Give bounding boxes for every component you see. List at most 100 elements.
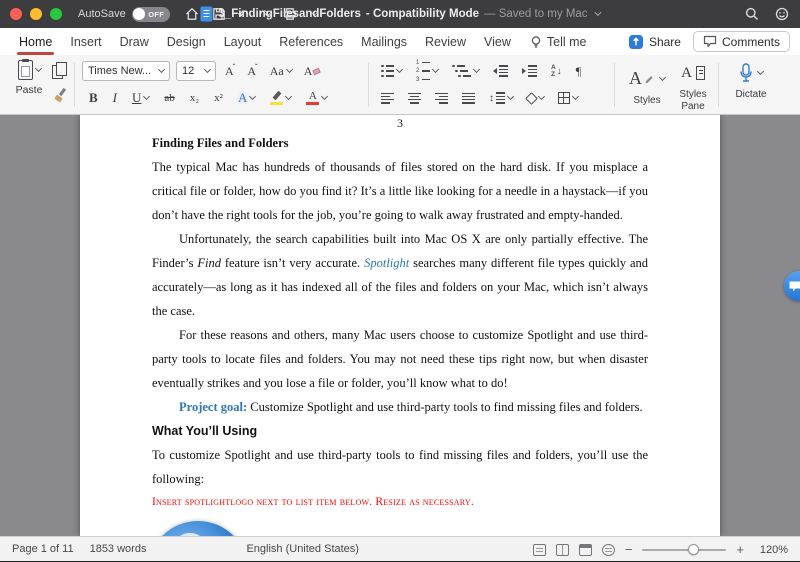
font-size-value: 12 xyxy=(182,65,194,77)
font-size-select[interactable]: 12 xyxy=(176,61,216,81)
numbered-list-button[interactable]: 123 xyxy=(413,61,441,81)
doc-paragraph-3[interactable]: For these reasons and others, many Mac u… xyxy=(152,323,648,395)
print-layout-view-icon[interactable] xyxy=(556,544,569,556)
zoom-level-text[interactable]: 120% xyxy=(754,544,788,556)
page-count-status[interactable]: Page 1 of 11 xyxy=(12,543,74,555)
bold-button[interactable]: B xyxy=(86,88,101,108)
titlebar: AutoSave OFF ↶ ↷ 3_FindingFilesandFolder… xyxy=(0,0,800,28)
styles-pane-button[interactable]: A Styles Pane xyxy=(670,60,716,112)
bullet-list-button[interactable] xyxy=(378,61,405,81)
decrease-indent-button[interactable] xyxy=(490,61,511,81)
doc-mode-text: - Compatibility Mode xyxy=(366,8,479,20)
dictate-button[interactable]: Dictate xyxy=(728,60,774,101)
zoom-slider-knob[interactable] xyxy=(688,544,699,555)
read-mode-view-icon[interactable] xyxy=(602,544,615,556)
fullscreen-button[interactable] xyxy=(50,8,62,20)
doc-heading-what-youll-using[interactable]: What You’ll Using xyxy=(152,419,648,443)
saved-status-text: — Saved to my Mac xyxy=(484,8,588,20)
tab-review[interactable]: Review xyxy=(416,28,475,55)
tab-label: Mailings xyxy=(361,35,407,49)
close-button[interactable] xyxy=(10,8,22,20)
font-color-glyph: A xyxy=(309,91,317,101)
line-spacing-button[interactable]: ↕ xyxy=(486,88,516,108)
feedback-smiley-icon[interactable] xyxy=(774,6,790,22)
highlight-color-bar xyxy=(270,102,283,105)
format-painter-icon[interactable] xyxy=(53,88,67,103)
eraser-icon xyxy=(313,67,321,74)
autosave-toggle[interactable]: OFF xyxy=(132,7,170,22)
sort-button[interactable]: AZ↓ xyxy=(548,61,565,81)
home-icon[interactable] xyxy=(184,6,200,22)
tab-layout[interactable]: Layout xyxy=(215,28,271,55)
doc-paragraph-1[interactable]: The typical Mac has hundreds of thousand… xyxy=(152,155,648,227)
divider xyxy=(368,63,369,107)
tab-label: Design xyxy=(167,35,206,49)
divider xyxy=(74,63,75,107)
search-icon[interactable] xyxy=(744,6,760,22)
sort-z-glyph: Z xyxy=(551,71,556,78)
document-title[interactable]: 3_FindingFilesandFolders - Compatibility… xyxy=(199,0,600,28)
styles-button[interactable]: A Styles xyxy=(624,66,670,107)
minimize-button[interactable] xyxy=(30,8,42,20)
doc-text: Customize Spotlight and use third-party … xyxy=(247,400,642,414)
focus-view-icon[interactable] xyxy=(533,544,546,556)
paste-button[interactable]: Paste xyxy=(10,60,48,96)
text-effects-glyph: A xyxy=(238,90,247,106)
text-effects-button[interactable]: A xyxy=(235,88,258,108)
word-count-status[interactable]: 1853 words xyxy=(90,543,147,555)
document-page[interactable]: 3 Finding Files and Folders The typical … xyxy=(80,115,720,536)
doc-editor-note-red[interactable]: Insert spotlightlogo next to list item b… xyxy=(152,491,648,513)
word-doc-icon xyxy=(199,6,213,22)
align-center-button[interactable] xyxy=(405,88,424,108)
web-layout-view-icon[interactable] xyxy=(579,544,592,556)
spotlight-logo-image[interactable] xyxy=(148,521,248,536)
multilevel-list-button[interactable] xyxy=(449,61,482,81)
page-number-text: 3 xyxy=(152,116,648,131)
tab-design[interactable]: Design xyxy=(158,28,215,55)
doc-heading-finding-files[interactable]: Finding Files and Folders xyxy=(152,131,648,155)
highlight-button[interactable] xyxy=(267,88,294,108)
show-paragraph-marks-button[interactable]: ¶ xyxy=(573,61,584,81)
underline-button[interactable]: U xyxy=(129,88,152,108)
shrink-font-button[interactable]: Aˇ xyxy=(244,61,260,81)
paste-label: Paste xyxy=(16,84,43,96)
language-status[interactable]: English (United States) xyxy=(246,543,359,555)
font-color-button[interactable]: A xyxy=(303,88,330,108)
shading-button[interactable] xyxy=(524,88,547,108)
zoom-slider[interactable] xyxy=(642,549,726,551)
share-button[interactable]: Share xyxy=(628,34,681,50)
tab-home[interactable]: Home xyxy=(10,28,61,55)
change-case-button[interactable]: Aa xyxy=(267,61,295,81)
clear-formatting-button[interactable]: A xyxy=(301,61,324,81)
highlighter-pen-icon xyxy=(272,91,281,100)
tab-mailings[interactable]: Mailings xyxy=(352,28,416,55)
doc-paragraph-2[interactable]: Unfortunately, the search capabilities b… xyxy=(152,227,648,323)
zoom-in-button[interactable]: + xyxy=(736,543,744,556)
increase-indent-button[interactable] xyxy=(519,61,540,81)
tab-references[interactable]: References xyxy=(270,28,352,55)
tab-tell-me[interactable]: Tell me xyxy=(520,28,596,55)
doc-paragraph-project-goal[interactable]: Project goal: Customize Spotlight and us… xyxy=(152,395,648,419)
doc-paragraph-5[interactable]: To customize Spotlight and use third-par… xyxy=(152,443,648,491)
grow-font-button[interactable]: Aˆ xyxy=(222,61,238,81)
document-body: Finding Files and Folders The typical Ma… xyxy=(152,131,648,513)
align-left-button[interactable] xyxy=(378,88,397,108)
tab-view[interactable]: View xyxy=(475,28,520,55)
zoom-out-button[interactable]: − xyxy=(625,543,633,556)
strikethrough-button[interactable]: ab xyxy=(161,88,177,108)
italic-button[interactable]: I xyxy=(110,88,120,108)
copy-icon[interactable] xyxy=(52,62,67,78)
tab-draw[interactable]: Draw xyxy=(111,28,158,55)
superscript-button[interactable]: x² xyxy=(211,88,226,108)
subscript-button[interactable]: x₂ xyxy=(187,88,202,108)
paste-clipboard-icon xyxy=(18,60,33,80)
align-right-button[interactable] xyxy=(432,88,451,108)
borders-button[interactable] xyxy=(555,88,581,108)
comment-indicator-bubble[interactable] xyxy=(784,271,800,301)
font-name-select[interactable]: Times New... xyxy=(82,61,170,81)
divider xyxy=(718,63,719,107)
comments-button[interactable]: Comments xyxy=(693,31,790,52)
justify-button[interactable] xyxy=(459,88,478,108)
tab-insert[interactable]: Insert xyxy=(61,28,110,55)
chevron-down-icon xyxy=(286,66,293,73)
